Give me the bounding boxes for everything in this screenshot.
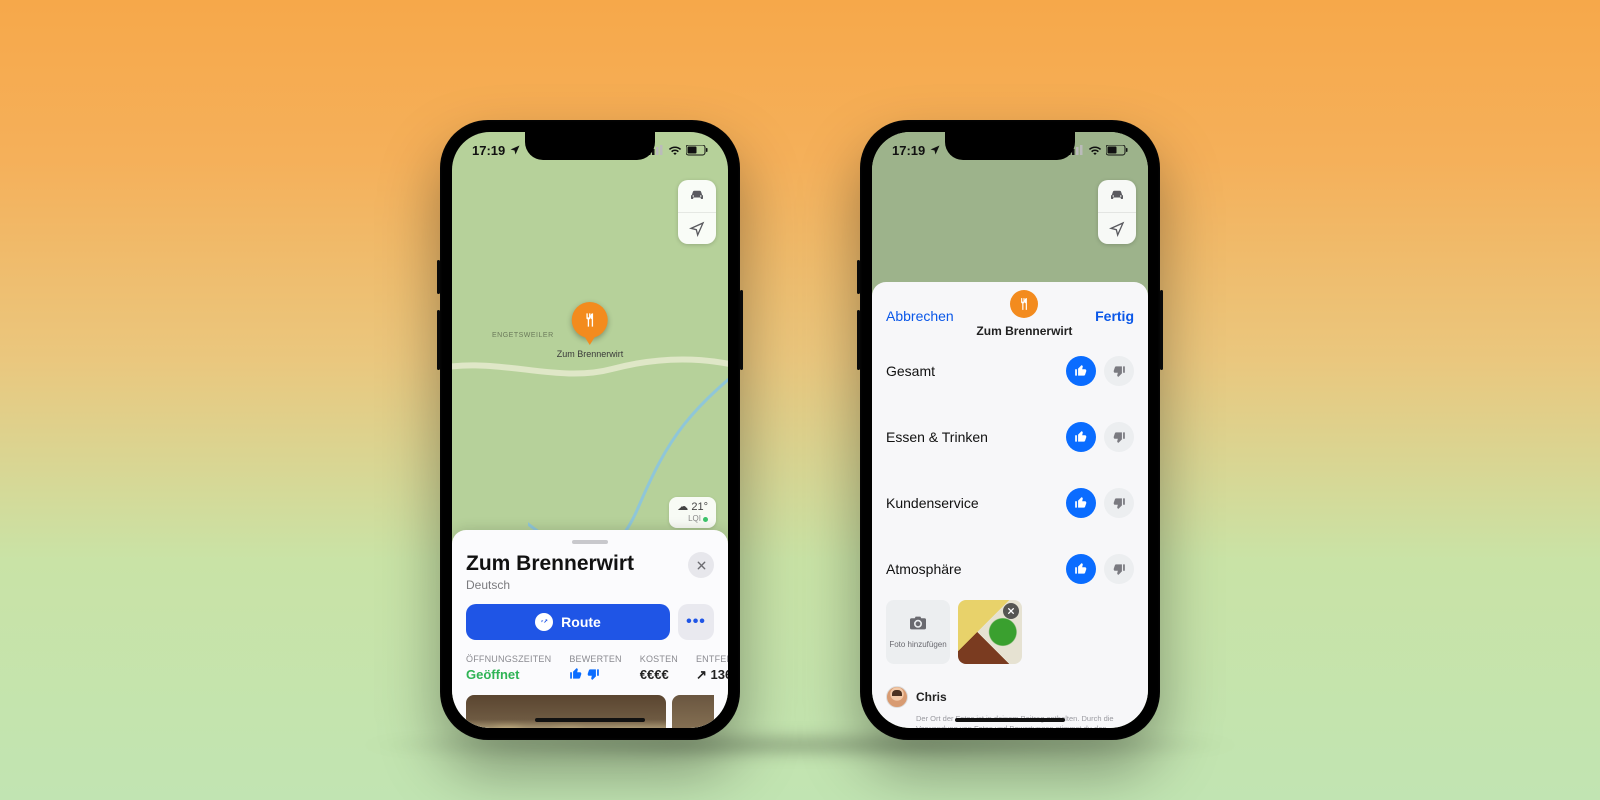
- close-icon: [696, 560, 707, 571]
- review-place-name: Zum Brennerwirt: [976, 324, 1072, 338]
- place-category: Deutsch: [466, 578, 634, 592]
- home-indicator[interactable]: [955, 718, 1065, 722]
- ellipsis-icon: •••: [686, 613, 706, 631]
- close-button[interactable]: [688, 552, 714, 578]
- distance-label: ENTFERNUNG: [696, 654, 728, 664]
- restaurant-icon: [582, 312, 598, 328]
- thumbs-up-button[interactable]: [1066, 488, 1096, 518]
- cost-label: KOSTEN: [640, 654, 678, 664]
- thumbs-up-button[interactable]: [1066, 554, 1096, 584]
- rating-row-food: Essen & Trinken: [886, 404, 1134, 470]
- home-indicator[interactable]: [535, 718, 645, 722]
- thumbs-down-button[interactable]: [1104, 488, 1134, 518]
- close-icon: [1007, 607, 1015, 615]
- rating-row-service: Kundenservice: [886, 470, 1134, 536]
- location-services-icon: [929, 144, 941, 156]
- phone-left: 17:19 ENGETSWEILER: [440, 120, 740, 740]
- review-sheet: Abbrechen Zum Brennerwirt Fertig Gesamt: [872, 282, 1148, 728]
- distance-value: ↗ 136 km: [696, 667, 728, 683]
- thumbs-down-icon: [1112, 496, 1126, 510]
- location-arrow-icon: [1109, 221, 1125, 237]
- weather-badge[interactable]: ☁︎ 21° LQI: [669, 497, 716, 528]
- cost-value: €€€€: [640, 667, 678, 682]
- hours-value: Geöffnet: [466, 667, 551, 682]
- thumbs-up-button[interactable]: [1066, 422, 1096, 452]
- battery-icon: [1106, 145, 1128, 156]
- locate-me-button[interactable]: [678, 212, 716, 244]
- place-stats: ÖFFNUNGSZEITEN Geöffnet BEWERTEN KOSTEN …: [466, 654, 714, 683]
- phone-right: 17:19 Abbrechen: [860, 120, 1160, 740]
- status-time: 17:19: [472, 143, 505, 158]
- cloud-icon: ☁︎: [677, 501, 688, 513]
- route-button[interactable]: Route: [466, 604, 670, 640]
- status-time: 17:19: [892, 143, 925, 158]
- thumbs-down-icon: [1112, 430, 1126, 444]
- location-services-icon: [509, 144, 521, 156]
- car-icon: [1108, 187, 1126, 205]
- directions-icon: [539, 617, 550, 628]
- user-name: Chris: [916, 690, 947, 704]
- rate-value[interactable]: [569, 667, 600, 681]
- wifi-icon: [1088, 145, 1102, 155]
- place-title: Zum Brennerwirt: [466, 552, 634, 576]
- thumbs-down-button[interactable]: [1104, 422, 1134, 452]
- uploaded-photo[interactable]: [958, 600, 1022, 664]
- device-notch: [945, 132, 1075, 160]
- device-notch: [525, 132, 655, 160]
- thumbs-up-icon: [569, 667, 583, 681]
- sheet-grabber[interactable]: [572, 540, 608, 544]
- rating-row-atmosphere: Atmosphäre: [886, 536, 1134, 594]
- photo-carousel[interactable]: [466, 695, 714, 728]
- pin-label: Zum Brennerwirt: [557, 349, 624, 359]
- thumbs-up-icon: [1074, 496, 1088, 510]
- thumbs-down-button[interactable]: [1104, 356, 1134, 386]
- location-arrow-icon: [689, 221, 705, 237]
- thumbs-down-icon: [1112, 364, 1126, 378]
- restaurant-icon: [1017, 297, 1031, 311]
- thumbs-down-icon: [1112, 562, 1126, 576]
- cancel-button[interactable]: Abbrechen: [886, 308, 954, 324]
- thumbs-down-icon: [586, 667, 600, 681]
- thumbs-up-icon: [1074, 562, 1088, 576]
- map-controls: [1098, 180, 1136, 244]
- review-author: Chris: [886, 686, 1134, 708]
- place-photo[interactable]: [672, 695, 714, 728]
- place-sheet[interactable]: Zum Brennerwirt Deutsch Route: [452, 530, 728, 728]
- battery-icon: [686, 145, 708, 156]
- thumbs-up-icon: [1074, 364, 1088, 378]
- add-photo-button[interactable]: Foto hinzufügen: [886, 600, 950, 664]
- rate-label: BEWERTEN: [569, 654, 621, 664]
- thumbs-up-icon: [1074, 430, 1088, 444]
- thumbs-down-button[interactable]: [1104, 554, 1134, 584]
- more-button[interactable]: •••: [678, 604, 714, 640]
- map-road-label: ENGETSWEILER: [492, 332, 554, 339]
- done-button[interactable]: Fertig: [1095, 308, 1134, 324]
- car-icon: [688, 187, 706, 205]
- map-controls: [678, 180, 716, 244]
- place-pin[interactable]: Zum Brennerwirt: [557, 302, 624, 359]
- rating-row-overall: Gesamt: [886, 338, 1134, 404]
- locate-me-button[interactable]: [1098, 212, 1136, 244]
- review-header-pin: Zum Brennerwirt: [976, 290, 1072, 338]
- wifi-icon: [668, 145, 682, 155]
- camera-icon: [908, 615, 928, 636]
- remove-photo-button[interactable]: [1003, 603, 1019, 619]
- hours-label: ÖFFNUNGSZEITEN: [466, 654, 551, 664]
- place-photo[interactable]: [466, 695, 666, 728]
- map-mode-button[interactable]: [1098, 180, 1136, 212]
- avatar: [886, 686, 908, 708]
- map-mode-button[interactable]: [678, 180, 716, 212]
- thumbs-up-button[interactable]: [1066, 356, 1096, 386]
